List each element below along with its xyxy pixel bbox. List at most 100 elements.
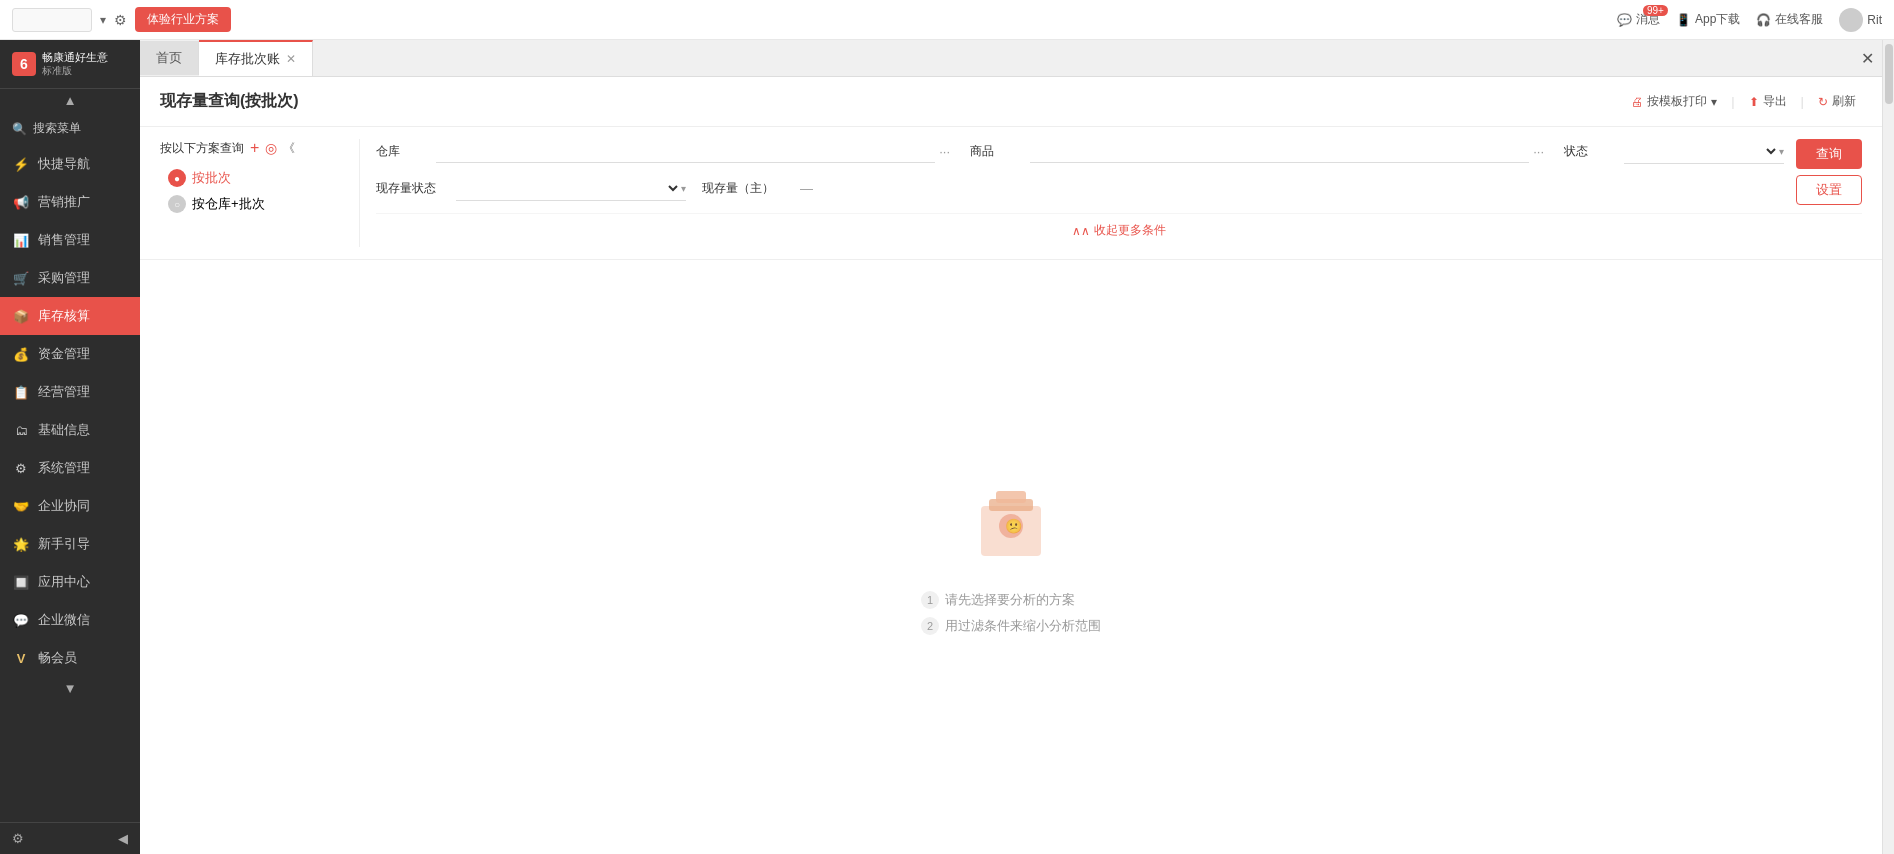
- sidebar-item-marketing[interactable]: 📢 营销推广: [0, 183, 140, 221]
- refresh-label: 刷新: [1832, 93, 1856, 110]
- tab-extra: ✕: [1861, 49, 1882, 68]
- header-gear-btn[interactable]: ⚙: [114, 12, 127, 28]
- goods-label: 商品: [970, 143, 1030, 160]
- sidebar-item-label: 销售管理: [38, 231, 90, 249]
- search-icon: 🔍: [12, 122, 27, 136]
- content-area: 首页 库存批次账 ✕ ✕ 现存量查询(按批次) 🖨 按模板打印 ▾: [140, 40, 1882, 854]
- filter-plan-batch[interactable]: ● 按批次: [160, 165, 343, 191]
- empty-illustration: 😕: [961, 471, 1061, 571]
- breadcrumb-input[interactable]: [12, 8, 92, 32]
- sidebar-item-label: 新手引导: [38, 535, 90, 553]
- right-scrollbar: [1882, 40, 1894, 854]
- search-label: 搜索菜单: [33, 120, 81, 137]
- tab-home[interactable]: 首页: [140, 41, 199, 75]
- status-select[interactable]: 全部 正常 停用: [1624, 143, 1779, 159]
- filter-collapse-icon[interactable]: 《: [283, 140, 295, 157]
- sidebar-logo: 6 畅康通好生意 标准版: [0, 40, 140, 89]
- warehouse-input[interactable]: [436, 140, 935, 163]
- sidebar-item-operations[interactable]: 📋 经营管理: [0, 373, 140, 411]
- sidebar-item-label: 系统管理: [38, 459, 90, 477]
- sidebar-item-finance[interactable]: 💰 资金管理: [0, 335, 140, 373]
- online-service-label: 在线客服: [1775, 11, 1823, 28]
- sidebar-settings-btn[interactable]: ⚙: [12, 831, 24, 846]
- stock-qty-dash: —: [792, 181, 821, 196]
- filter-buttons: 查询 设置: [1796, 139, 1862, 213]
- messages-btn[interactable]: 💬 消息 99+: [1617, 11, 1660, 28]
- goods-more-icon[interactable]: ···: [1529, 144, 1548, 159]
- company-name: 畅康通好生意: [42, 50, 108, 64]
- shortcut-icon: ⚡: [12, 155, 30, 173]
- sidebar-item-system[interactable]: ⚙ 系统管理: [0, 449, 140, 487]
- scroll-thumb[interactable]: [1885, 44, 1893, 104]
- sidebar-item-wechat[interactable]: 💬 企业微信: [0, 601, 140, 639]
- user-btn[interactable]: Rit: [1839, 8, 1882, 32]
- print-icon: 🖨: [1631, 95, 1643, 109]
- status-select-wrapper[interactable]: 全部 正常 停用 ▾: [1624, 139, 1784, 164]
- stock-status-select[interactable]: 全部: [456, 180, 681, 196]
- filter-collapse-btn[interactable]: ∧∧ 收起更多条件: [376, 213, 1862, 247]
- filter-settings-icon[interactable]: ◎: [265, 140, 277, 156]
- stock-status-select-wrapper[interactable]: 全部 ▾: [456, 176, 686, 201]
- header-right: 💬 消息 99+ 📱 App下载 🎧 在线客服 Rit: [1617, 8, 1882, 32]
- filter-right: 仓库 ··· 商品 ···: [360, 139, 1862, 247]
- goods-input[interactable]: [1030, 140, 1529, 163]
- filter-row-1: 仓库 ··· 商品 ···: [376, 139, 1784, 164]
- sidebar-item-inventory[interactable]: 📦 库存核算: [0, 297, 140, 335]
- app-download-btn[interactable]: 📱 App下载: [1676, 11, 1740, 28]
- filter-row-2: 现存量状态 全部 ▾: [376, 176, 1784, 201]
- sales-icon: 📊: [12, 231, 30, 249]
- divider-2: |: [1801, 94, 1804, 109]
- page-title-bar: 现存量查询(按批次) 🖨 按模板打印 ▾ | ⬆ 导出 | ↻: [140, 77, 1882, 127]
- app-download-label: App下载: [1695, 11, 1740, 28]
- sidebar-item-member[interactable]: V 畅会员: [0, 639, 140, 677]
- warehouse-field: 仓库 ···: [376, 140, 954, 163]
- filter-plan-warehouse-batch[interactable]: ○ 按仓库+批次: [160, 191, 343, 217]
- page-content: 现存量查询(按批次) 🖨 按模板打印 ▾ | ⬆ 导出 | ↻: [140, 77, 1882, 854]
- tab-batch-inventory[interactable]: 库存批次账 ✕: [199, 40, 313, 76]
- export-btn[interactable]: ⬆ 导出: [1743, 89, 1793, 114]
- wechat-icon: 💬: [12, 611, 30, 629]
- sidebar-item-label: 基础信息: [38, 421, 90, 439]
- online-service-btn[interactable]: 🎧 在线客服: [1756, 11, 1823, 28]
- collapse-up-icon: ∧∧: [1072, 224, 1090, 238]
- sidebar-scroll-up[interactable]: ▲: [0, 89, 140, 112]
- sidebar-item-shortcut[interactable]: ⚡ 快捷导航: [0, 145, 140, 183]
- stock-status-field: 现存量状态 全部 ▾: [376, 176, 686, 201]
- marketing-icon: 📢: [12, 193, 30, 211]
- warehouse-more-icon[interactable]: ···: [935, 144, 954, 159]
- query-btn[interactable]: 查询: [1796, 139, 1862, 169]
- hint-num-1: 1: [921, 591, 939, 609]
- sidebar-item-sales[interactable]: 📊 销售管理: [0, 221, 140, 259]
- sidebar-item-basic[interactable]: 🗂 基础信息: [0, 411, 140, 449]
- sidebar-collapse-btn[interactable]: ◀: [118, 831, 128, 846]
- tab-extra-close-btn[interactable]: ✕: [1861, 49, 1874, 68]
- sidebar-item-purchase[interactable]: 🛒 采购管理: [0, 259, 140, 297]
- member-icon: V: [12, 649, 30, 667]
- sidebar-search: 🔍 搜索菜单: [0, 112, 140, 145]
- operations-icon: 📋: [12, 383, 30, 401]
- status-field: 状态 全部 正常 停用 ▾: [1564, 139, 1784, 164]
- filter-rows-area: 仓库 ··· 商品 ···: [376, 139, 1784, 213]
- svg-text:😕: 😕: [1005, 518, 1023, 535]
- sidebar-search-btn[interactable]: 🔍 搜索菜单: [12, 120, 128, 137]
- header-dropdown-btn[interactable]: ▾: [100, 13, 106, 27]
- sidebar-item-label: 应用中心: [38, 573, 90, 591]
- sidebar-item-label: 营销推广: [38, 193, 90, 211]
- filter-add-icon[interactable]: +: [250, 139, 259, 157]
- print-btn[interactable]: 🖨 按模板打印 ▾: [1625, 89, 1723, 114]
- sidebar-item-enterprise[interactable]: 🤝 企业协同: [0, 487, 140, 525]
- sidebar-scroll-down[interactable]: ▼: [0, 677, 140, 700]
- trial-btn[interactable]: 体验行业方案: [135, 7, 231, 32]
- refresh-btn[interactable]: ↻ 刷新: [1812, 89, 1862, 114]
- page-actions: 🖨 按模板打印 ▾ | ⬆ 导出 | ↻ 刷新: [1625, 89, 1862, 114]
- logo-text-area: 畅康通好生意 标准版: [42, 50, 108, 78]
- filter-settings-btn[interactable]: 设置: [1796, 175, 1862, 205]
- sidebar-bottom: ⚙ ◀: [0, 822, 140, 854]
- export-label: 导出: [1763, 93, 1787, 110]
- sidebar-item-apps[interactable]: 🔲 应用中心: [0, 563, 140, 601]
- header-left: ▾ ⚙ 体验行业方案: [12, 7, 231, 32]
- tab-close-btn[interactable]: ✕: [286, 52, 296, 66]
- breadcrumb: [12, 8, 92, 32]
- warehouse-label: 仓库: [376, 143, 436, 160]
- sidebar-item-newbie[interactable]: 🌟 新手引导: [0, 525, 140, 563]
